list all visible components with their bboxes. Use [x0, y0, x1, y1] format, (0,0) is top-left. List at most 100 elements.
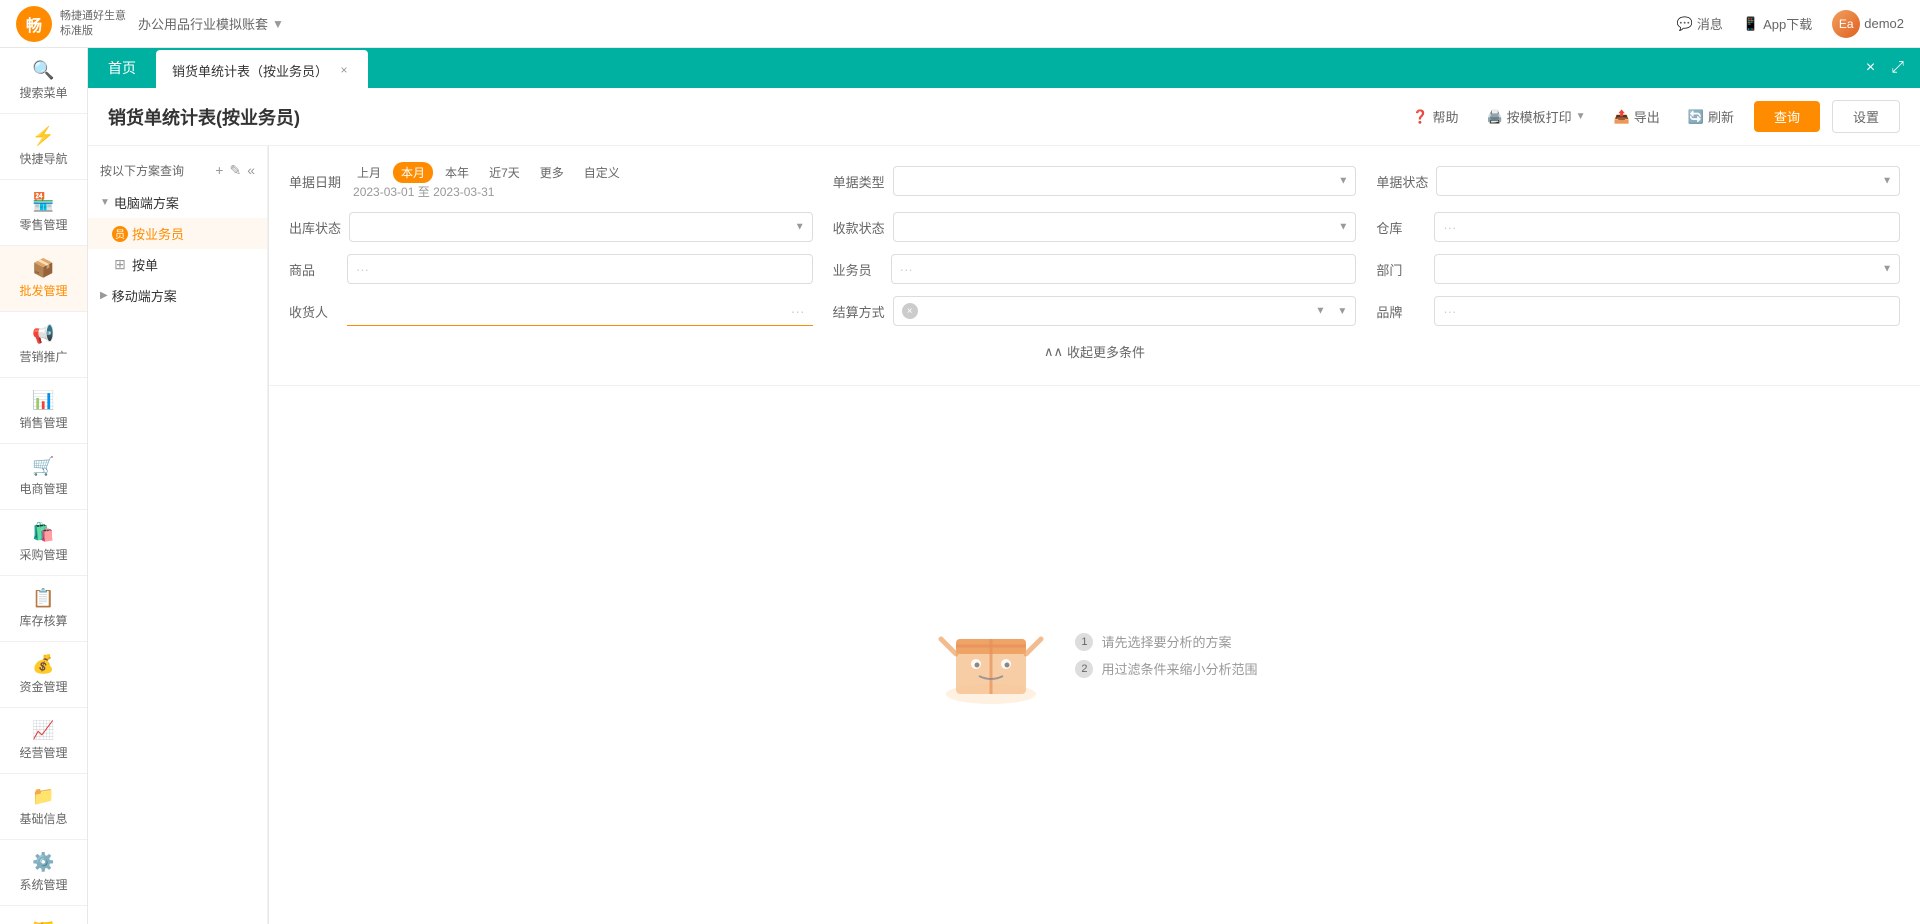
- sidebar-item-purchase[interactable]: 🛍️ 采购管理: [0, 510, 87, 576]
- tab-close-icon[interactable]: ×: [336, 62, 352, 78]
- breadcrumb[interactable]: 办公用品行业模拟账套 ▼: [138, 14, 284, 33]
- tree-item-salesperson[interactable]: 员 按业务员: [88, 218, 267, 249]
- tree-item-pc-scheme[interactable]: ▼ 电脑端方案: [88, 187, 267, 218]
- print-icon: 🖨️: [1486, 109, 1502, 125]
- date-btn-7days[interactable]: 近7天: [481, 162, 528, 183]
- logo-area: 畅 畅捷通好生意 标准版: [16, 6, 126, 42]
- order-status-select[interactable]: [1436, 166, 1900, 196]
- sidebar-item-ecommerce[interactable]: 🛒 电商管理: [0, 444, 87, 510]
- message-button[interactable]: 💬 消息: [1677, 14, 1723, 33]
- logo-icon: 畅: [16, 6, 52, 42]
- sidebar-item-wholesale[interactable]: 📦 批发管理: [0, 246, 87, 312]
- collapse-button[interactable]: ∧∧ 收起更多条件: [1044, 334, 1145, 369]
- empty-state: 1 请先选择要分析的方案 2 用过滤条件来缩小分析范围: [269, 386, 1920, 924]
- settlement-input[interactable]: × ▼: [893, 296, 1357, 326]
- query-button[interactable]: 查询: [1754, 101, 1820, 132]
- window-expand-button[interactable]: ⤢: [1887, 55, 1908, 81]
- sidebar-item-sales[interactable]: 📊 销售管理: [0, 378, 87, 444]
- date-btn-more[interactable]: 更多: [532, 162, 572, 183]
- mobile-icon: 📱: [1743, 16, 1759, 32]
- filter-item-warehouse: 仓库 ···: [1376, 212, 1900, 242]
- sidebar-item-enterprise[interactable]: 🤝 企业协同: [0, 906, 87, 924]
- sidebar-item-retail[interactable]: 🏪 零售管理: [0, 180, 87, 246]
- filter-item-receipt-status: 收款状态: [833, 212, 1357, 242]
- tree-item-byorder[interactable]: ⊞ 按单: [88, 249, 267, 280]
- warehouse-input[interactable]: ···: [1434, 212, 1900, 242]
- salesperson-input[interactable]: ···: [891, 254, 1357, 284]
- filter-item-consignee: 收货人 ···: [289, 296, 813, 326]
- out-status-select[interactable]: [349, 212, 813, 242]
- filter-item-settlement: 结算方式 × ▼: [833, 296, 1357, 326]
- settlement-clear-button[interactable]: ×: [902, 303, 918, 319]
- filter-item-order-type: 单据类型: [833, 162, 1357, 200]
- order-type-select[interactable]: [893, 166, 1357, 196]
- warehouse-label: 仓库: [1376, 218, 1426, 237]
- sidebar-item-finance[interactable]: 💰 资金管理: [0, 642, 87, 708]
- app-download-button[interactable]: 📱 App下载: [1743, 14, 1812, 33]
- filter-area: 单据日期 上月 本月 本年 近7天 更多 自定义: [269, 146, 1920, 386]
- breadcrumb-dropdown-icon[interactable]: ▼: [272, 17, 284, 31]
- sales-icon: 📊: [32, 390, 54, 411]
- sidebar-item-operation[interactable]: 📈 经营管理: [0, 708, 87, 774]
- sidebar-item-search[interactable]: 🔍 搜索菜单: [0, 48, 87, 114]
- department-label: 部门: [1376, 260, 1426, 279]
- product-input[interactable]: ···: [347, 254, 813, 284]
- content-area: 首页 销货单统计表（按业务员） × × ⤢ 销货单统计表(按业务员) ❓: [88, 48, 1920, 924]
- date-btn-custom[interactable]: 自定义: [576, 162, 628, 183]
- top-header: 畅 畅捷通好生意 标准版 办公用品行业模拟账套 ▼ 💬 消息 📱 App下载 E…: [0, 0, 1920, 48]
- pc-scheme-label: 电脑端方案: [114, 193, 179, 212]
- help-button[interactable]: ❓ 帮助: [1404, 103, 1466, 130]
- empty-tip-1: 1 请先选择要分析的方案: [1075, 632, 1257, 651]
- sidebar-item-inventory[interactable]: 📋 库存核算: [0, 576, 87, 642]
- settings-button[interactable]: 设置: [1832, 100, 1900, 133]
- department-select[interactable]: [1434, 254, 1900, 284]
- sidebar-item-marketing[interactable]: 📢 营销推广: [0, 312, 87, 378]
- consignee-label: 收货人: [289, 302, 339, 321]
- consignee-input[interactable]: [347, 296, 813, 326]
- receipt-status-select-wrapper: [893, 212, 1357, 242]
- brand-label: 品牌: [1376, 302, 1426, 321]
- enterprise-icon: 🤝: [32, 918, 54, 924]
- out-status-label: 出库状态: [289, 218, 341, 237]
- filter-item-date: 单据日期 上月 本月 本年 近7天 更多 自定义: [289, 162, 813, 200]
- export-icon: 📤: [1614, 109, 1630, 125]
- collapse-panel-button[interactable]: «: [247, 162, 255, 179]
- page-content: 销货单统计表(按业务员) ❓ 帮助 🖨️ 按模板打印 ▼ 📤: [88, 88, 1920, 924]
- edit-scheme-button[interactable]: ✎: [229, 162, 241, 179]
- date-btn-this-year[interactable]: 本年: [437, 162, 477, 183]
- tree-item-mobile-scheme[interactable]: ▶ 移动端方案: [88, 280, 267, 311]
- sidebar-item-quick-nav[interactable]: ⚡ 快捷导航: [0, 114, 87, 180]
- receipt-status-select[interactable]: [893, 212, 1357, 242]
- refresh-button[interactable]: 🔄 刷新: [1680, 103, 1742, 130]
- tab-salesperson-report[interactable]: 销货单统计表（按业务员） ×: [156, 50, 368, 90]
- filter-item-department: 部门: [1376, 254, 1900, 284]
- add-scheme-button[interactable]: +: [215, 162, 223, 179]
- inventory-icon: 📋: [32, 588, 54, 609]
- print-dropdown-icon[interactable]: ▼: [1576, 111, 1586, 122]
- export-button[interactable]: 📤 导出: [1606, 103, 1668, 130]
- purchase-icon: 🛍️: [32, 522, 54, 543]
- byorder-icon: ⊞: [112, 257, 128, 273]
- mobile-scheme-expand-icon: ▶: [100, 290, 108, 301]
- message-icon: 💬: [1677, 16, 1693, 32]
- left-panel-header: 按以下方案查询 + ✎ «: [88, 158, 267, 187]
- filter-item-salesperson: 业务员 ···: [833, 254, 1357, 284]
- template-print-button[interactable]: 🖨️ 按模板打印 ▼: [1478, 103, 1593, 130]
- tab-home[interactable]: 首页: [88, 48, 156, 88]
- brand-input[interactable]: ···: [1434, 296, 1900, 326]
- sidebar-item-basic[interactable]: 📁 基础信息: [0, 774, 87, 840]
- left-scheme-panel: 按以下方案查询 + ✎ « ▼ 电脑端方案: [88, 146, 268, 924]
- main-with-sidebar: 按以下方案查询 + ✎ « ▼ 电脑端方案: [88, 146, 1920, 924]
- empty-tips: 1 请先选择要分析的方案 2 用过滤条件来缩小分析范围: [1075, 632, 1257, 678]
- window-close-button[interactable]: ×: [1862, 55, 1879, 81]
- order-status-select-wrapper: [1436, 166, 1900, 196]
- sidebar-item-system[interactable]: ⚙️ 系统管理: [0, 840, 87, 906]
- settlement-label: 结算方式: [833, 302, 885, 321]
- receipt-status-label: 收款状态: [833, 218, 885, 237]
- avatar: Ea: [1832, 10, 1860, 38]
- date-btn-this-month[interactable]: 本月: [393, 162, 433, 183]
- pc-scheme-expand-icon: ▼: [100, 197, 110, 208]
- date-btn-last-month[interactable]: 上月: [349, 162, 389, 183]
- user-area[interactable]: Ea demo2: [1832, 10, 1904, 38]
- main-layout: 🔍 搜索菜单 ⚡ 快捷导航 🏪 零售管理 📦 批发管理 📢 营销推广 📊 销售管…: [0, 48, 1920, 924]
